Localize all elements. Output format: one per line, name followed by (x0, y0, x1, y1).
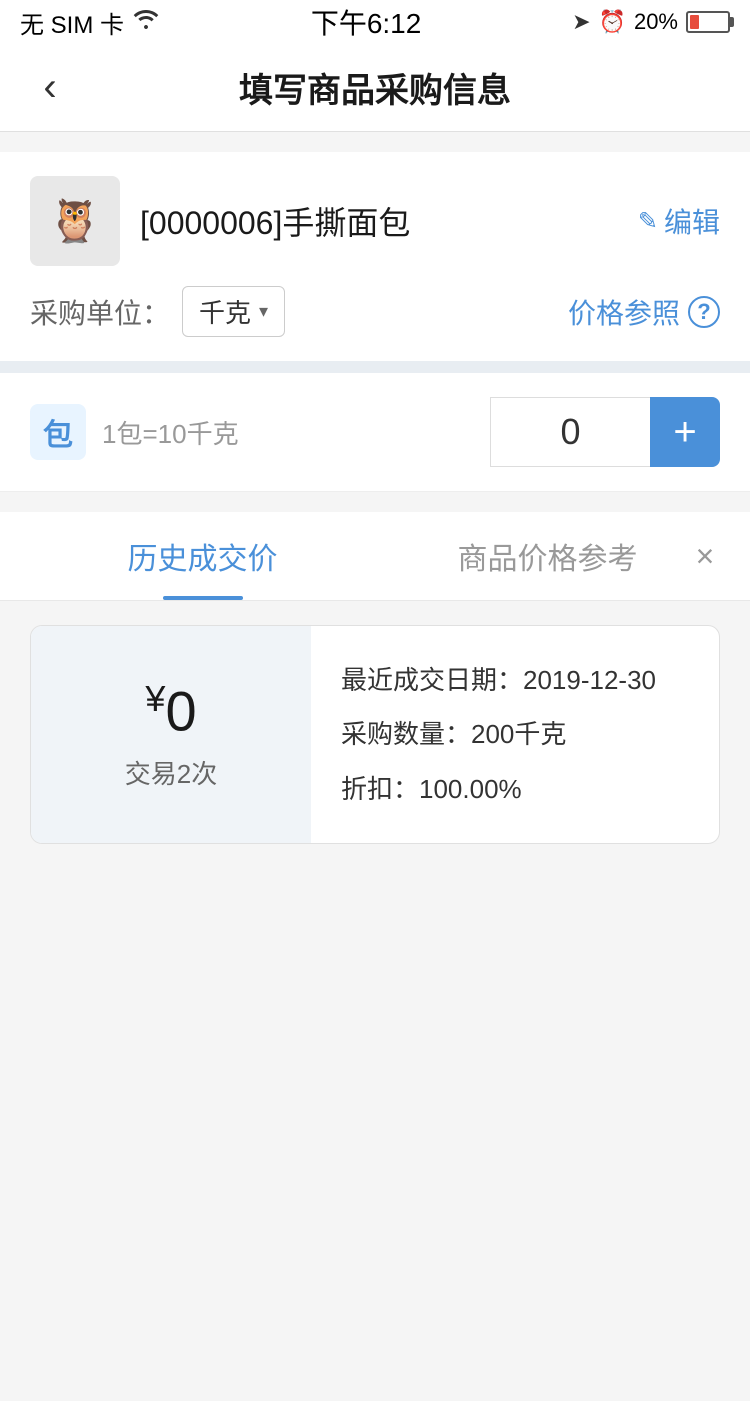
product-logo-icon: 🦉 (49, 197, 101, 246)
quantity-row: 包 1包=10千克 + (0, 373, 750, 492)
trade-count-text: 交易2次 (125, 754, 217, 791)
quantity-input[interactable] (490, 397, 650, 467)
recent-date-value: 2019-12-30 (523, 665, 656, 695)
price-ref-label: 价格参照 (568, 292, 680, 332)
close-icon: × (696, 538, 715, 575)
tab-bar: 历史成交价 商品价格参考 × (0, 512, 750, 601)
recent-date-item: 最近成交日期：2019-12-30 (341, 662, 689, 698)
price-number: 0 (165, 680, 196, 743)
wifi-icon (132, 8, 160, 37)
history-card: ¥0 交易2次 最近成交日期：2019-12-30 采购数量：200千克 折扣：… (30, 625, 720, 844)
purchase-qty-value: 200千克 (471, 719, 566, 749)
history-price-value: ¥0 (145, 678, 196, 744)
edit-button[interactable]: ✎ 编辑 (638, 201, 720, 241)
nav-bar: ‹ 填写商品采购信息 (0, 44, 750, 132)
quantity-input-group: + (490, 397, 720, 467)
back-arrow-icon: ‹ (43, 65, 56, 110)
product-unit-row: 采购单位： 千克 ▾ 价格参照 ? (30, 286, 720, 337)
tab-close-button[interactable]: × (680, 531, 730, 581)
product-thumbnail: 🦉 (30, 176, 120, 266)
tab-history-price[interactable]: 历史成交价 (30, 512, 375, 600)
status-time: 下午6:12 (311, 2, 422, 42)
help-icon: ? (688, 296, 720, 328)
product-name: [0000006]手撕面包 (140, 198, 410, 244)
history-price-panel: ¥0 交易2次 (31, 626, 311, 843)
status-bar: 无 SIM 卡 下午6:12 ➤ ⏰ 20% (0, 0, 750, 44)
quantity-increment-button[interactable]: + (650, 397, 720, 467)
section-divider (0, 361, 750, 373)
status-left: 无 SIM 卡 (20, 5, 160, 40)
recent-date-label: 最近成交日期： (341, 665, 523, 695)
quantity-conversion-text: 1包=10千克 (102, 414, 239, 451)
quantity-left: 包 1包=10千克 (30, 404, 239, 460)
tab-price-reference[interactable]: 商品价格参考 (375, 512, 720, 600)
main-content: ¥0 交易2次 最近成交日期：2019-12-30 采购数量：200千克 折扣：… (0, 601, 750, 1401)
unit-left: 采购单位： 千克 ▾ (30, 286, 285, 337)
tab-history-label: 历史成交价 (128, 534, 278, 578)
history-details-panel: 最近成交日期：2019-12-30 采购数量：200千克 折扣：100.00% (311, 626, 719, 843)
product-card: 🦉 [0000006]手撕面包 ✎ 编辑 采购单位： 千克 ▾ 价格参照 ? (0, 152, 750, 361)
battery-icon (686, 11, 730, 33)
quantity-unit-badge: 包 (30, 404, 86, 460)
currency-symbol: ¥ (145, 678, 165, 719)
battery-percent: 20% (634, 9, 678, 35)
status-right: ➤ ⏰ 20% (572, 9, 730, 35)
page-title: 填写商品采购信息 (239, 63, 511, 112)
unit-dropdown[interactable]: 千克 ▾ (182, 286, 285, 337)
product-header: 🦉 [0000006]手撕面包 ✎ 编辑 (30, 176, 720, 266)
dropdown-arrow-icon: ▾ (259, 301, 268, 322)
back-button[interactable]: ‹ (20, 58, 80, 118)
tab-active-indicator (163, 596, 243, 600)
unit-value: 千克 (199, 293, 251, 330)
unit-label: 采购单位： (30, 292, 170, 332)
edit-label: 编辑 (664, 201, 720, 241)
quantity-unit-text: 包 (43, 410, 73, 454)
carrier-text: 无 SIM 卡 (20, 5, 124, 40)
product-info: 🦉 [0000006]手撕面包 (30, 176, 410, 266)
tab-price-ref-label: 商品价格参考 (458, 534, 638, 578)
help-label: ? (697, 299, 710, 325)
edit-icon: ✎ (638, 207, 658, 236)
plus-icon: + (673, 410, 696, 455)
purchase-qty-label: 采购数量： (341, 719, 471, 749)
alarm-icon: ⏰ (599, 9, 626, 35)
purchase-qty-item: 采购数量：200千克 (341, 716, 689, 752)
discount-item: 折扣：100.00% (341, 771, 689, 807)
discount-label: 折扣： (341, 774, 419, 804)
history-section: ¥0 交易2次 最近成交日期：2019-12-30 采购数量：200千克 折扣：… (0, 601, 750, 868)
price-reference-button[interactable]: 价格参照 ? (568, 292, 720, 332)
discount-value: 100.00% (419, 774, 522, 804)
location-icon: ➤ (572, 9, 590, 35)
